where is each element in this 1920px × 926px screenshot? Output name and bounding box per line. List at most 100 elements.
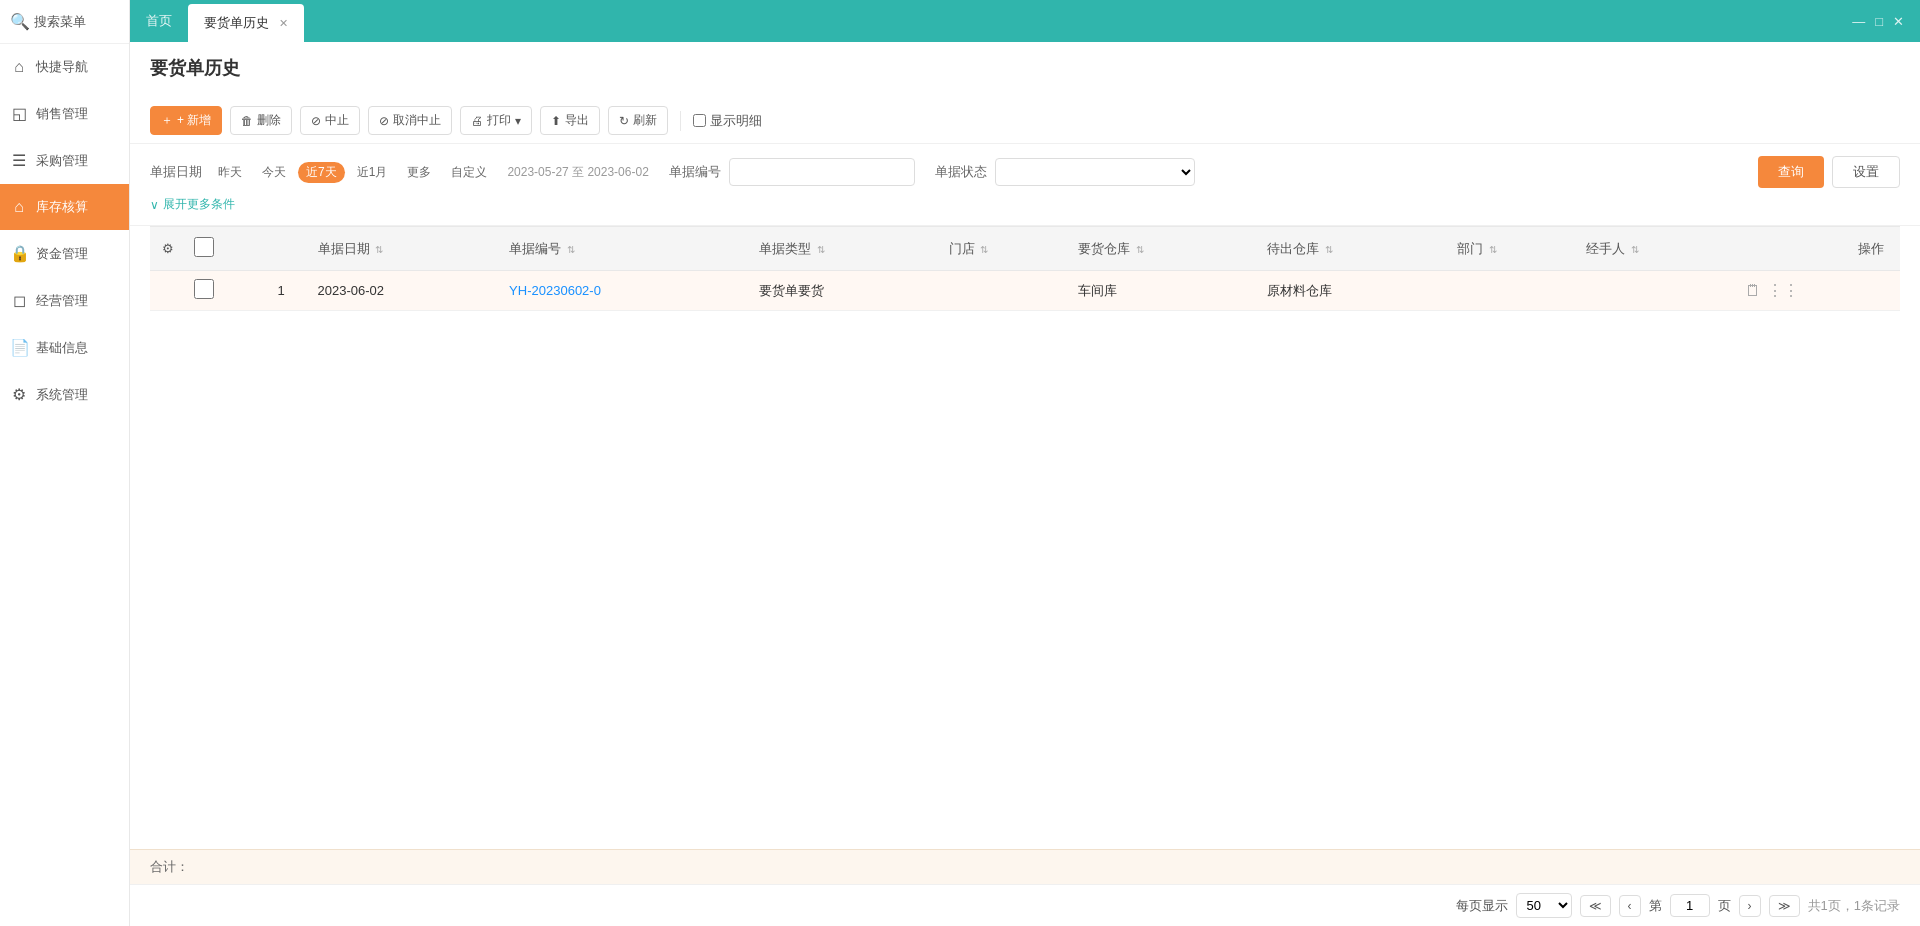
print-button[interactable]: 🖨 打印 ▾	[460, 106, 532, 135]
display-detail-checkbox[interactable]	[693, 114, 706, 127]
th-pending-warehouse-sort-icon[interactable]: ⇅	[1325, 244, 1333, 255]
date-pill-yesterday[interactable]: 昨天	[210, 162, 250, 183]
date-pill-last-month[interactable]: 近1月	[349, 162, 396, 183]
refresh-icon: ↻	[619, 114, 629, 128]
row-checkbox[interactable]	[194, 279, 214, 299]
th-num	[270, 227, 310, 271]
date-pill-custom[interactable]: 自定义	[443, 162, 495, 183]
expand-button[interactable]: ∨ 展开更多条件	[150, 196, 235, 213]
row-doc-type: 要货单要货	[759, 283, 824, 298]
td-num: 1	[270, 271, 310, 311]
sidebar-item-basic-info[interactable]: 📄 基础信息	[0, 324, 129, 371]
pagination: 每页显示 50 20 100 ≪ ‹ 第 页 › ≫ 共1页，1条记录	[130, 884, 1920, 926]
row-view-icon[interactable]: 🗒	[1745, 282, 1761, 300]
row-more-icon[interactable]: ⋮⋮	[1767, 281, 1799, 300]
th-date-label: 单据日期	[318, 241, 370, 256]
sidebar-item-sales[interactable]: ◱ 销售管理	[0, 90, 129, 137]
next-page-button[interactable]: ›	[1739, 895, 1761, 917]
display-detail-label: 显示明细	[710, 112, 762, 130]
close-button[interactable]: ✕	[1893, 14, 1904, 29]
print-chevron-icon: ▾	[515, 114, 521, 128]
refresh-label: 刷新	[633, 112, 657, 129]
date-pill-last7[interactable]: 近7天	[298, 162, 345, 183]
th-handler: 经手人 ⇅	[1578, 227, 1737, 271]
td-pending-warehouse: 原材料仓库	[1259, 271, 1449, 311]
sidebar-item-quick-nav[interactable]: ⌂ 快捷导航	[0, 44, 129, 90]
tab-requisition-history[interactable]: 要货单历史 ✕	[188, 4, 304, 42]
last-page-button[interactable]: ≫	[1769, 895, 1800, 917]
doc-number-filter: 单据编号	[669, 158, 915, 186]
th-handler-sort-icon[interactable]: ⇅	[1631, 244, 1639, 255]
tab-close-icon[interactable]: ✕	[279, 17, 288, 30]
delete-icon: 🗑	[241, 114, 253, 128]
new-icon: ＋	[161, 112, 173, 129]
doc-number-input[interactable]	[729, 158, 915, 186]
sidebar-item-operations[interactable]: ◻ 经营管理	[0, 277, 129, 324]
th-operation-label: 操作	[1858, 241, 1884, 256]
table-area: ⚙ 单据日期 ⇅ 单据编号 ⇅	[130, 226, 1920, 849]
column-settings-icon[interactable]: ⚙	[162, 241, 174, 256]
delete-button[interactable]: 🗑 删除	[230, 106, 292, 135]
sidebar-label-inventory: 库存核算	[36, 198, 88, 216]
page-size-label: 每页显示	[1456, 897, 1508, 915]
stop-button[interactable]: ⊘ 中止	[300, 106, 360, 135]
topbar-right-actions: — □ ✕	[1852, 14, 1920, 29]
th-store-sort-icon[interactable]: ⇅	[980, 244, 988, 255]
th-doc-number-sort-icon[interactable]: ⇅	[567, 244, 575, 255]
filter-action-btns: 查询 设置	[1758, 156, 1900, 188]
select-all-checkbox[interactable]	[194, 237, 214, 257]
minimize-button[interactable]: —	[1852, 14, 1865, 29]
sidebar-item-finance[interactable]: 🔒 资金管理	[0, 230, 129, 277]
td-operation: 🗒 ⋮⋮	[1737, 271, 1900, 311]
td-doc-number: YH-20230602-0	[501, 271, 751, 311]
expand-chevron-icon: ∨	[150, 198, 159, 212]
page-number-input[interactable]	[1670, 894, 1710, 917]
print-label: 打印	[487, 112, 511, 129]
row-doc-number-link[interactable]: YH-20230602-0	[509, 283, 601, 298]
td-req-warehouse: 车间库	[1070, 271, 1260, 311]
toolbar: ＋ + 新增 🗑 删除 ⊘ 中止 ⊘ 取消中止 🖨 打印 ▾ ⬆	[130, 100, 1920, 144]
tab-home-label: 首页	[146, 12, 172, 30]
status-label: 单据状态	[935, 163, 987, 181]
sales-icon: ◱	[10, 104, 28, 123]
th-doc-number-label: 单据编号	[509, 241, 561, 256]
first-page-button[interactable]: ≪	[1580, 895, 1611, 917]
td-checkbox	[186, 271, 270, 311]
sidebar-search-label: 搜索菜单	[34, 13, 86, 31]
page-go-label: 第	[1649, 897, 1662, 915]
query-button[interactable]: 查询	[1758, 156, 1824, 188]
th-department-label: 部门	[1457, 241, 1483, 256]
new-button[interactable]: ＋ + 新增	[150, 106, 222, 135]
status-select[interactable]	[995, 158, 1195, 186]
th-doc-type-sort-icon[interactable]: ⇅	[817, 244, 825, 255]
th-department-sort-icon[interactable]: ⇅	[1489, 244, 1497, 255]
th-handler-label: 经手人	[1586, 241, 1625, 256]
td-settings	[150, 271, 186, 311]
page-size-select[interactable]: 50 20 100	[1516, 893, 1572, 918]
refresh-button[interactable]: ↻ 刷新	[608, 106, 668, 135]
settings-button[interactable]: 设置	[1832, 156, 1900, 188]
th-req-warehouse-sort-icon[interactable]: ⇅	[1136, 244, 1144, 255]
tab-home[interactable]: 首页	[130, 0, 188, 42]
th-store: 门店 ⇅	[941, 227, 1070, 271]
date-pill-today[interactable]: 今天	[254, 162, 294, 183]
date-filter-label: 单据日期	[150, 163, 202, 181]
filter-row-1: 单据日期 昨天 今天 近7天 近1月 更多 自定义 2023-05-27 至 2…	[150, 156, 1900, 188]
sidebar-search[interactable]: 🔍 搜索菜单	[0, 0, 129, 44]
export-button[interactable]: ⬆ 导出	[540, 106, 600, 135]
date-pill-more[interactable]: 更多	[399, 162, 439, 183]
toolbar-divider	[680, 111, 681, 131]
prev-page-button[interactable]: ‹	[1619, 895, 1641, 917]
sidebar-item-inventory[interactable]: ⌂ 库存核算	[0, 184, 129, 230]
th-store-label: 门店	[949, 241, 975, 256]
th-date-sort-icon[interactable]: ⇅	[375, 244, 383, 255]
row-num: 1	[278, 283, 285, 298]
cancel-stop-button[interactable]: ⊘ 取消中止	[368, 106, 452, 135]
th-pending-warehouse: 待出仓库 ⇅	[1259, 227, 1449, 271]
operations-icon: ◻	[10, 291, 28, 310]
sidebar-item-system[interactable]: ⚙ 系统管理	[0, 371, 129, 418]
table-footer: 合计：	[130, 849, 1920, 884]
sidebar-item-purchase[interactable]: ☰ 采购管理	[0, 137, 129, 184]
maximize-button[interactable]: □	[1875, 14, 1883, 29]
sidebar-label-sales: 销售管理	[36, 105, 88, 123]
